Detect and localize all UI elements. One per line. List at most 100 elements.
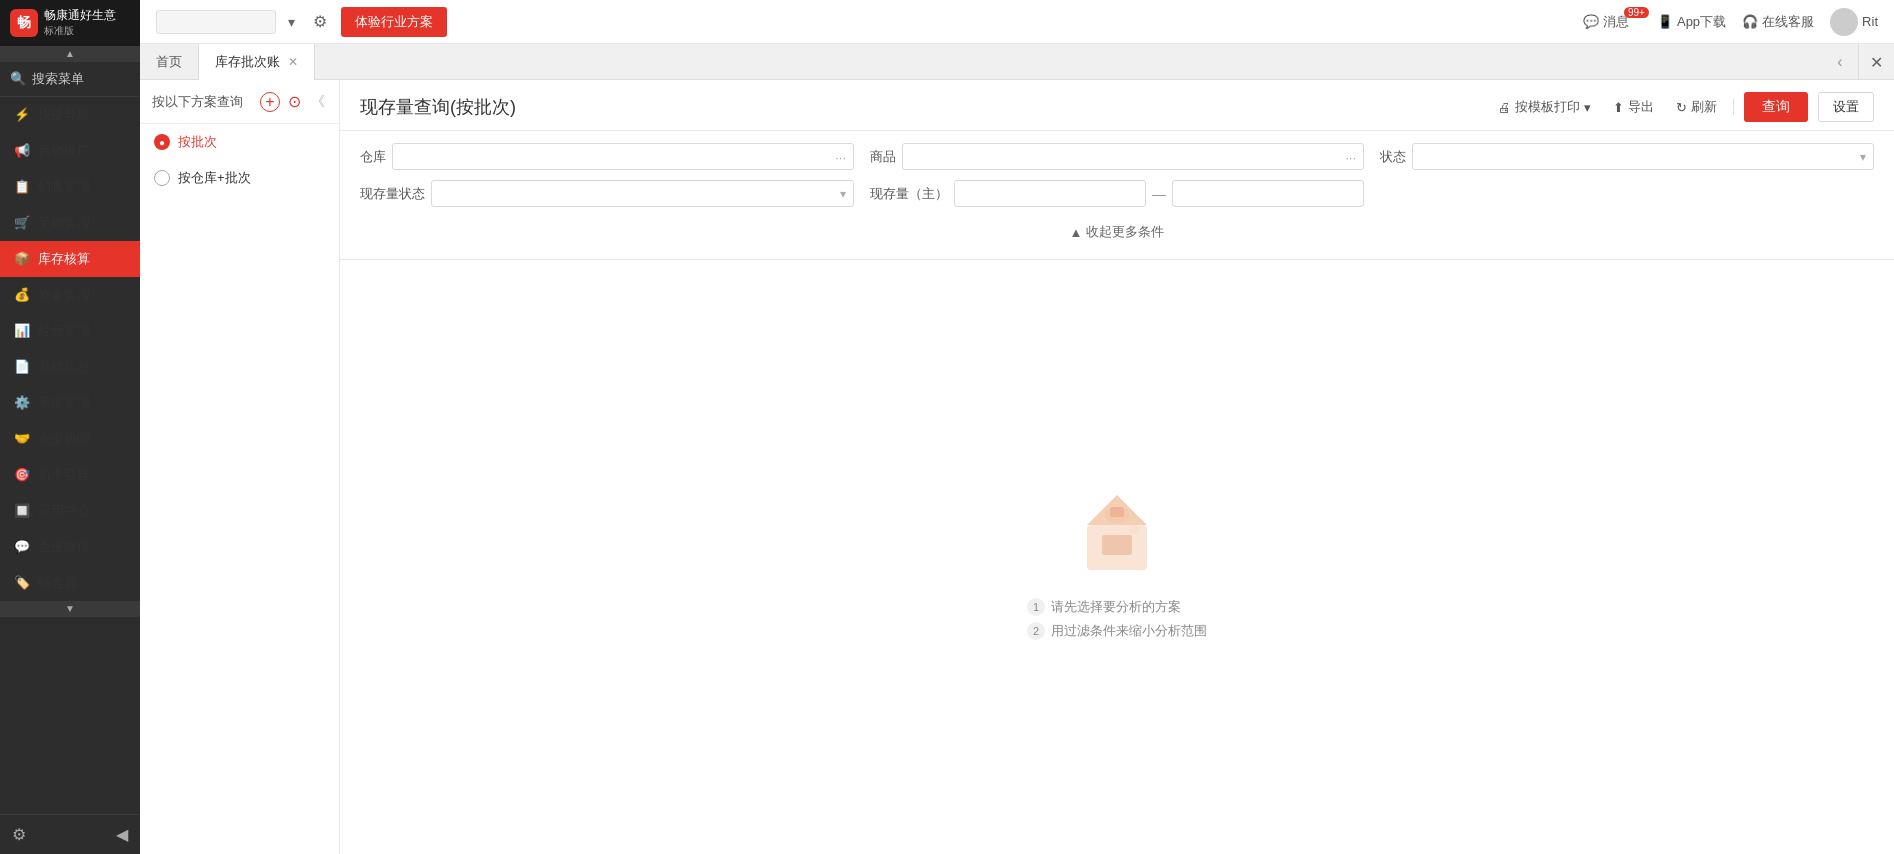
warehouse-input[interactable] bbox=[392, 143, 854, 170]
content-area: 按以下方案查询 + ⊙ 《 ● 按批次 按仓库+批次 现存量查询(按批次) bbox=[140, 80, 1894, 854]
sidebar-item-purchase[interactable]: 🛒 采购管理 bbox=[0, 205, 140, 241]
topbar-right: 💬 消息 99+ 📱 App下载 🎧 在线客服 Rit bbox=[1583, 8, 1878, 36]
settings-icon-btn[interactable]: ⚙ bbox=[10, 823, 28, 846]
warehouse-more-icon[interactable]: ··· bbox=[835, 149, 846, 164]
page-title: 现存量查询(按批次) bbox=[360, 95, 516, 119]
app-download-btn[interactable]: 📱 App下载 bbox=[1657, 13, 1726, 31]
hint-text-1: 请先选择要分析的方案 bbox=[1051, 598, 1181, 616]
newcomer-icon: 🎯 bbox=[14, 467, 30, 482]
sidebar-item-sales[interactable]: 📋 销售管理 bbox=[0, 169, 140, 205]
inactive-scheme-indicator bbox=[154, 170, 170, 186]
sidebar-search-item[interactable]: 🔍 搜索菜单 bbox=[0, 62, 140, 97]
quantity-from-input[interactable] bbox=[954, 180, 1146, 207]
topbar-search-input[interactable] bbox=[156, 10, 276, 34]
collapse-sidebar-btn[interactable]: ◀ bbox=[114, 823, 130, 846]
refresh-btn[interactable]: ↻ 刷新 bbox=[1670, 94, 1723, 120]
sidebar-item-system[interactable]: ⚙️ 系统管理 bbox=[0, 385, 140, 421]
online-service-btn[interactable]: 🎧 在线客服 bbox=[1742, 13, 1814, 31]
company-name: 畅康通好生意 bbox=[44, 8, 116, 24]
export-icon: ⬆ bbox=[1613, 100, 1624, 115]
product-input[interactable] bbox=[902, 143, 1364, 170]
system-icon: ⚙️ bbox=[14, 395, 30, 410]
quantity-label: 现存量（主） bbox=[870, 185, 948, 203]
hint-num-1: 1 bbox=[1027, 598, 1045, 616]
warehouse-input-wrapper: ··· bbox=[392, 143, 854, 170]
topbar: ▾ ⚙ 体验行业方案 💬 消息 99+ 📱 App下载 🎧 在线客服 Rit bbox=[140, 0, 1894, 44]
active-scheme-indicator: ● bbox=[154, 134, 170, 150]
phone-icon: 📱 bbox=[1657, 14, 1673, 29]
left-panel-actions: + ⊙ 《 bbox=[260, 90, 327, 113]
query-btn[interactable]: 查询 bbox=[1744, 92, 1808, 122]
export-btn[interactable]: ⬆ 导出 bbox=[1607, 94, 1660, 120]
quicknav-icon: ⚡ bbox=[14, 107, 30, 122]
page-actions: 🖨 按模板打印 ▾ ⬆ 导出 ↻ 刷新 查询 设置 bbox=[1492, 92, 1874, 122]
search-icon: 🔍 bbox=[10, 71, 26, 86]
product-input-wrapper: ··· bbox=[902, 143, 1364, 170]
scheme-item-warehouse-batch[interactable]: 按仓库+批次 bbox=[140, 160, 339, 196]
sidebar-item-finance[interactable]: 💰 资金管理 bbox=[0, 277, 140, 313]
scheme-settings-btn[interactable]: ⊙ bbox=[286, 90, 303, 113]
sidebar-item-newcomer[interactable]: 🎯 新手引导 bbox=[0, 457, 140, 493]
scheme-collapse-btn[interactable]: 《 bbox=[309, 91, 327, 113]
stock-status-select-wrapper: 全部 ▾ bbox=[431, 180, 854, 207]
sidebar-scroll-down[interactable]: ▼ bbox=[0, 601, 140, 617]
hint-num-2: 2 bbox=[1027, 622, 1045, 640]
sidebar: 畅 畅康通好生意 标准版 ▲ 🔍 搜索菜单 ⚡ 快捷导航 📢 营销推广 📋 销售… bbox=[0, 0, 140, 854]
stock-status-select[interactable]: 全部 bbox=[431, 180, 854, 207]
status-select[interactable]: 全部 bbox=[1412, 143, 1874, 170]
sidebar-scroll-up[interactable]: ▲ bbox=[0, 46, 140, 62]
settings-btn[interactable]: 设置 bbox=[1818, 92, 1874, 122]
empty-illustration bbox=[1062, 475, 1172, 588]
status-select-wrapper: 全部 ▾ bbox=[1412, 143, 1874, 170]
operations-icon: 📊 bbox=[14, 323, 30, 338]
tab-close-btn[interactable]: ✕ bbox=[288, 55, 298, 69]
sidebar-item-app-center[interactable]: 🔲 应用中心 bbox=[0, 493, 140, 529]
sidebar-item-enterprise-collab[interactable]: 🤝 企业协同 bbox=[0, 421, 140, 457]
tab-batch-account[interactable]: 库存批次账 ✕ bbox=[199, 44, 315, 80]
messages-btn[interactable]: 💬 消息 99+ bbox=[1583, 13, 1641, 31]
topbar-left: ▾ ⚙ 体验行业方案 bbox=[156, 7, 1573, 37]
svg-rect-2 bbox=[1102, 535, 1132, 555]
tab-panel-collapse-btn[interactable]: ‹ bbox=[1822, 44, 1858, 80]
quantity-to-input[interactable] bbox=[1172, 180, 1364, 207]
tab-home-label: 首页 bbox=[156, 53, 182, 71]
sidebar-item-operations[interactable]: 📊 经营管理 bbox=[0, 313, 140, 349]
page-header: 现存量查询(按批次) 🖨 按模板打印 ▾ ⬆ 导出 ↻ 刷新 bbox=[340, 80, 1894, 131]
left-panel-header: 按以下方案查询 + ⊙ 《 bbox=[140, 80, 339, 124]
close-icon: ✕ bbox=[1870, 53, 1883, 72]
scheme-warehouse-batch-label: 按仓库+批次 bbox=[178, 169, 251, 187]
sidebar-item-inventory[interactable]: 📦 库存核算 bbox=[0, 241, 140, 277]
product-more-icon[interactable]: ··· bbox=[1345, 149, 1356, 164]
tabbar: 首页 库存批次账 ✕ ‹ ✕ bbox=[140, 44, 1894, 80]
avatar bbox=[1830, 8, 1858, 36]
sidebar-item-members[interactable]: 🏷️ 畅会员 bbox=[0, 565, 140, 601]
sidebar-item-basic-info[interactable]: 📄 基础信息 bbox=[0, 349, 140, 385]
tab-home[interactable]: 首页 bbox=[140, 44, 199, 80]
scheme-item-batch[interactable]: ● 按批次 bbox=[140, 124, 339, 160]
tab-panel-close-btn[interactable]: ✕ bbox=[1858, 44, 1894, 80]
empty-hints: 1 请先选择要分析的方案 2 用过滤条件来缩小分析范围 bbox=[1027, 598, 1207, 640]
app-version: 标准版 bbox=[44, 24, 116, 38]
quantity-dash: — bbox=[1152, 186, 1166, 202]
sidebar-item-quicknav[interactable]: ⚡ 快捷导航 bbox=[0, 97, 140, 133]
add-scheme-btn[interactable]: + bbox=[260, 92, 280, 112]
inventory-icon: 📦 bbox=[14, 251, 30, 266]
filter-area: 仓库 ··· 商品 ··· 状态 bbox=[340, 131, 1894, 260]
print-btn[interactable]: 🖨 按模板打印 ▾ bbox=[1492, 94, 1597, 120]
print-icon: 🖨 bbox=[1498, 100, 1511, 115]
status-label: 状态 bbox=[1380, 148, 1406, 166]
topbar-dropdown-btn[interactable]: ▾ bbox=[284, 12, 299, 32]
sidebar-item-enterprise-wechat[interactable]: 💬 企业微信 bbox=[0, 529, 140, 565]
sales-icon: 📋 bbox=[14, 179, 30, 194]
members-icon: 🏷️ bbox=[14, 575, 30, 590]
trial-btn[interactable]: 体验行业方案 bbox=[341, 7, 447, 37]
topbar-gear-btn[interactable]: ⚙ bbox=[307, 10, 333, 33]
warehouse-label: 仓库 bbox=[360, 148, 386, 166]
sidebar-item-marketing[interactable]: 📢 营销推广 bbox=[0, 133, 140, 169]
collapse-filters-btn[interactable]: ▲ 收起更多条件 bbox=[360, 217, 1874, 247]
message-icon: 💬 bbox=[1583, 14, 1599, 29]
hint-item-2: 2 用过滤条件来缩小分析范围 bbox=[1027, 622, 1207, 640]
finance-icon: 💰 bbox=[14, 287, 30, 302]
main-area: ▾ ⚙ 体验行业方案 💬 消息 99+ 📱 App下载 🎧 在线客服 Rit bbox=[140, 0, 1894, 854]
user-avatar-btn[interactable]: Rit bbox=[1830, 8, 1878, 36]
